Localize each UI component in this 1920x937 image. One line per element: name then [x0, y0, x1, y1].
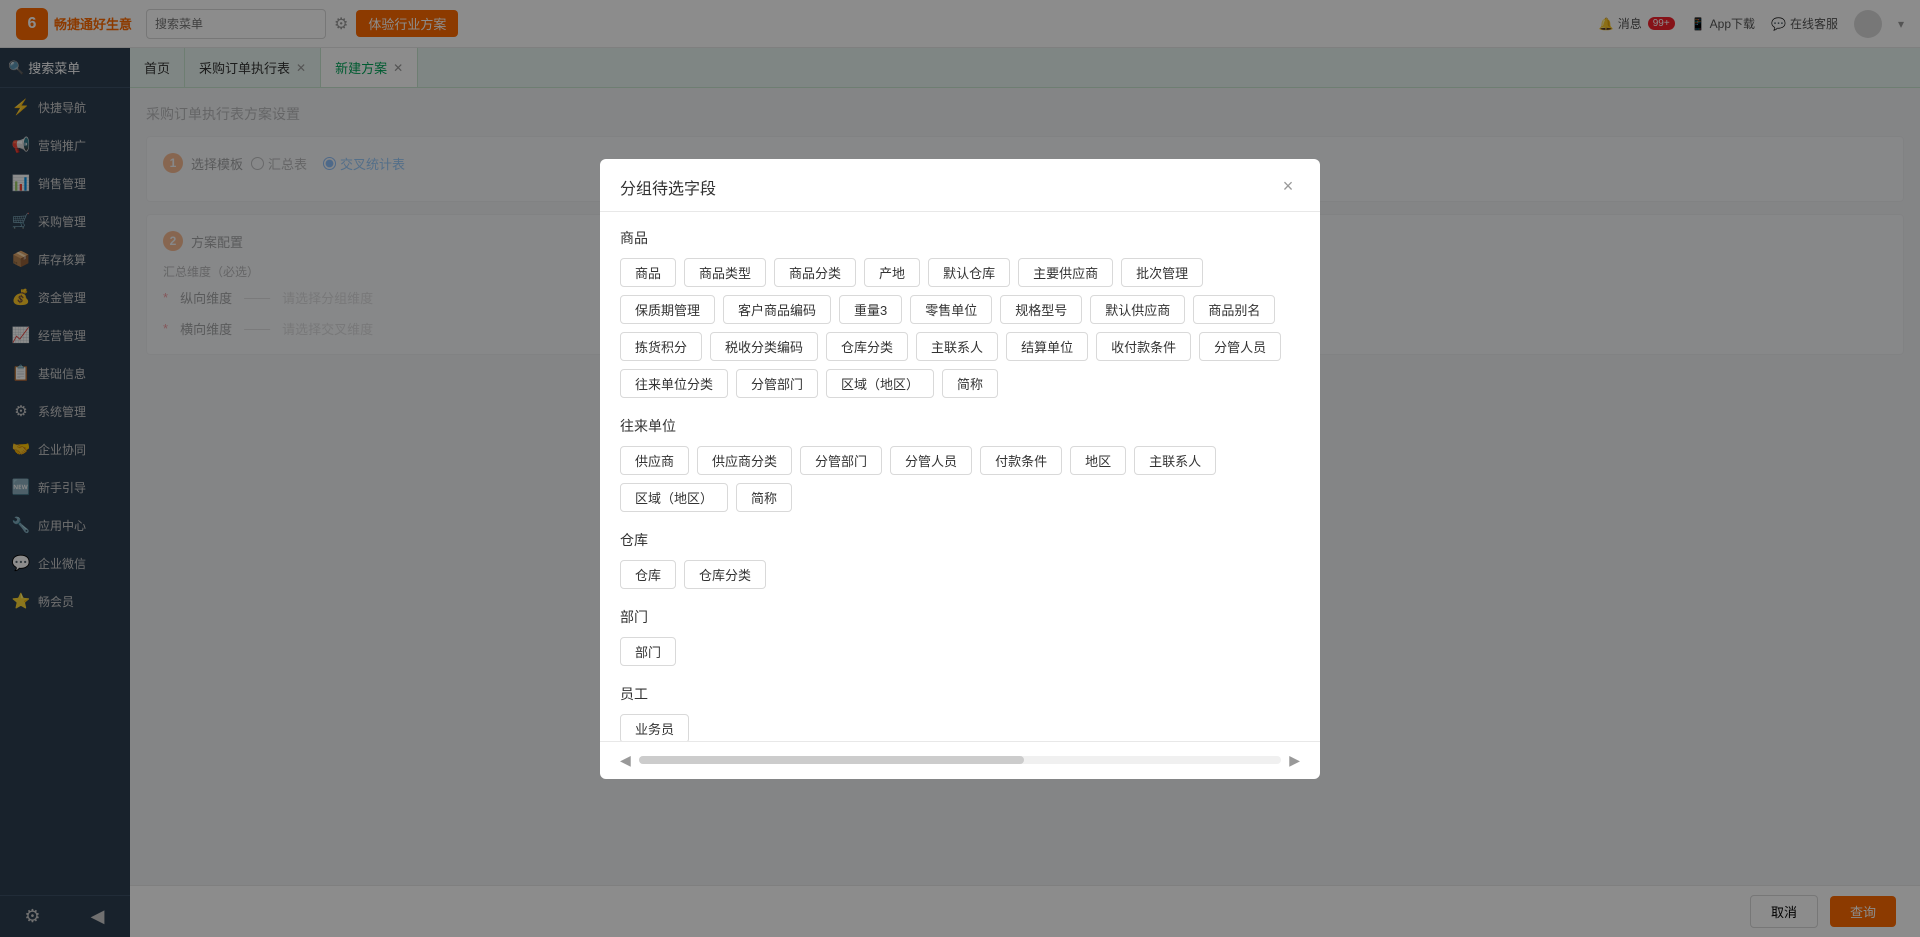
field-tag-dept_field[interactable]: 部门 — [620, 637, 676, 666]
field-section-employee: 员工业务员 — [620, 684, 1300, 741]
field-tag-warehouse_category[interactable]: 仓库分类 — [826, 332, 908, 361]
field-tag-managed_dept[interactable]: 分管部门 — [736, 369, 818, 398]
field-tag-spec_model[interactable]: 规格型号 — [1000, 295, 1082, 324]
field-tags-warehouse: 仓库仓库分类 — [620, 560, 1300, 589]
field-tag-region_area[interactable]: 区域（地区） — [826, 369, 934, 398]
scroll-left-arrow[interactable]: ◀ — [620, 752, 631, 769]
section-title-employee: 员工 — [620, 684, 1300, 704]
field-tag-supplier[interactable]: 供应商 — [620, 446, 689, 475]
field-tag-region2[interactable]: 区域（地区） — [620, 483, 728, 512]
modal-title: 分组待选字段 — [620, 175, 716, 199]
field-tag-origin[interactable]: 产地 — [864, 258, 920, 287]
field-tag-batch_management[interactable]: 批次管理 — [1121, 258, 1203, 287]
field-tag-warehouse_cat[interactable]: 仓库分类 — [684, 560, 766, 589]
field-tag-settlement_unit[interactable]: 结算单位 — [1006, 332, 1088, 361]
field-tag-area[interactable]: 地区 — [1070, 446, 1126, 475]
section-title-partner: 往来单位 — [620, 416, 1300, 436]
field-tag-tax_code[interactable]: 税收分类编码 — [710, 332, 818, 361]
field-tag-short_name2[interactable]: 简称 — [736, 483, 792, 512]
modal-close-button[interactable]: × — [1276, 175, 1300, 199]
modal-header: 分组待选字段 × — [600, 159, 1320, 212]
field-tag-short_name[interactable]: 简称 — [942, 369, 998, 398]
section-title-product: 商品 — [620, 228, 1300, 248]
field-tag-shelf_life[interactable]: 保质期管理 — [620, 295, 715, 324]
modal-footer: ◀ ▶ — [600, 741, 1320, 779]
field-tags-partner: 供应商供应商分类分管部门分管人员付款条件地区主联系人区域（地区） 简称 — [620, 446, 1300, 512]
field-tags-employee: 业务员 — [620, 714, 1300, 741]
field-tag-product[interactable]: 商品 — [620, 258, 676, 287]
field-tags-product: 商品商品类型商品分类产地默认仓库主要供应商批次管理保质期管理客户商品编码重量3 零… — [620, 258, 1300, 398]
field-tag-manager[interactable]: 分管人员 — [1199, 332, 1281, 361]
section-title-warehouse: 仓库 — [620, 530, 1300, 550]
horizontal-scroll-area: ◀ ▶ — [620, 752, 1300, 769]
field-select-modal: 分组待选字段 × 商品商品商品类型商品分类产地默认仓库主要供应商批次管理保质期管… — [600, 159, 1320, 779]
field-tags-department: 部门 — [620, 637, 1300, 666]
section-title-department: 部门 — [620, 607, 1300, 627]
field-tag-dept_manager[interactable]: 分管人员 — [890, 446, 972, 475]
field-tag-retail_unit[interactable]: 零售单位 — [910, 295, 992, 324]
field-tag-main_supplier[interactable]: 主要供应商 — [1018, 258, 1113, 287]
field-tag-weight3[interactable]: 重量3 — [839, 295, 902, 324]
field-tag-payment_condition[interactable]: 付款条件 — [980, 446, 1062, 475]
field-tag-product_alias[interactable]: 商品别名 — [1193, 295, 1275, 324]
field-tag-salesperson[interactable]: 业务员 — [620, 714, 689, 741]
field-tag-default_warehouse[interactable]: 默认仓库 — [928, 258, 1010, 287]
modal-body: 商品商品商品类型商品分类产地默认仓库主要供应商批次管理保质期管理客户商品编码重量… — [600, 212, 1320, 741]
field-tag-product_type[interactable]: 商品类型 — [684, 258, 766, 287]
field-tag-source_unit_category[interactable]: 往来单位分类 — [620, 369, 728, 398]
field-tag-default_supplier[interactable]: 默认供应商 — [1090, 295, 1185, 324]
field-section-warehouse: 仓库仓库仓库分类 — [620, 530, 1300, 589]
field-tag-main_contact[interactable]: 主联系人 — [916, 332, 998, 361]
modal-overlay: 分组待选字段 × 商品商品商品类型商品分类产地默认仓库主要供应商批次管理保质期管… — [0, 0, 1920, 937]
field-tag-product_category[interactable]: 商品分类 — [774, 258, 856, 287]
scroll-right-arrow[interactable]: ▶ — [1289, 752, 1300, 769]
field-section-department: 部门部门 — [620, 607, 1300, 666]
field-tag-dept[interactable]: 分管部门 — [800, 446, 882, 475]
field-tag-customer_code[interactable]: 客户商品编码 — [723, 295, 831, 324]
field-section-partner: 往来单位供应商供应商分类分管部门分管人员付款条件地区主联系人区域（地区） 简称 — [620, 416, 1300, 512]
field-tag-supplier_category[interactable]: 供应商分类 — [697, 446, 792, 475]
scrollbar-thumb — [639, 756, 1024, 764]
field-section-product: 商品商品商品类型商品分类产地默认仓库主要供应商批次管理保质期管理客户商品编码重量… — [620, 228, 1300, 398]
field-tag-rebate_points[interactable]: 拣货积分 — [620, 332, 702, 361]
field-tag-payment_terms[interactable]: 收付款条件 — [1096, 332, 1191, 361]
horizontal-scrollbar[interactable] — [639, 756, 1281, 764]
field-tag-warehouse[interactable]: 仓库 — [620, 560, 676, 589]
field-tag-contact[interactable]: 主联系人 — [1134, 446, 1216, 475]
